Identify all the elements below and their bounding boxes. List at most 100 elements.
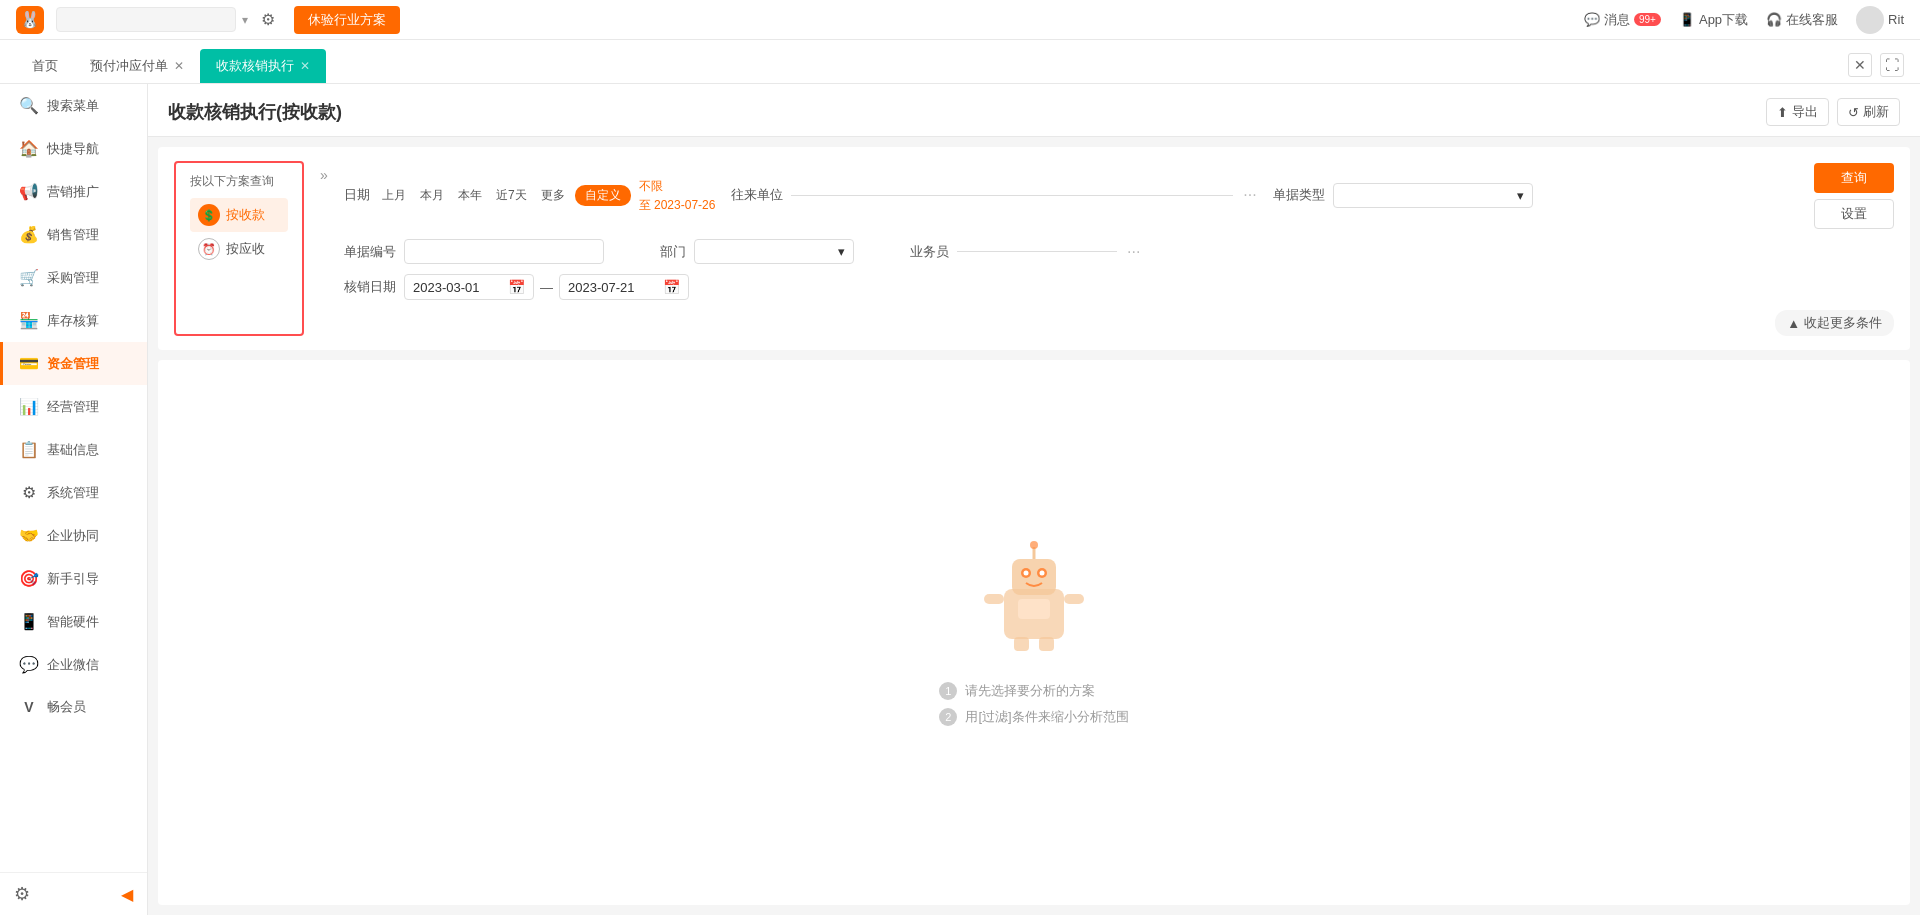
sidebar-item-operation[interactable]: 📊 经营管理 bbox=[0, 385, 147, 428]
filter-collapse-button[interactable]: » bbox=[314, 161, 334, 336]
verify-date-end-value: 2023-07-21 bbox=[568, 280, 635, 295]
verify-date-end-calendar-icon[interactable]: 📅 bbox=[663, 279, 680, 295]
basic-info-icon: 📋 bbox=[19, 440, 39, 459]
dept-select[interactable]: ▾ bbox=[694, 239, 854, 264]
tab-home-label: 首页 bbox=[32, 57, 58, 75]
verify-date-start-value: 2023-03-01 bbox=[413, 280, 480, 295]
search-input[interactable] bbox=[56, 7, 236, 32]
app-logo: 🐰 bbox=[16, 6, 44, 34]
sidebar-item-wechat[interactable]: 💬 企业微信 bbox=[0, 643, 147, 686]
filter-settings-button[interactable]: 设置 bbox=[1814, 199, 1894, 229]
date-7days[interactable]: 近7天 bbox=[492, 185, 531, 206]
top-bar: 🐰 ▾ ⚙ 休验行业方案 💬 消息 99+ 📱 App下载 🎧 在线客服 Rit bbox=[0, 0, 1920, 40]
tab-prepay-close[interactable]: ✕ bbox=[174, 59, 184, 73]
more-conditions-button[interactable]: ▲ 收起更多条件 bbox=[1775, 310, 1894, 336]
sidebar-collapse-icon[interactable]: ◀ bbox=[121, 885, 133, 904]
sidebar-item-basic-info[interactable]: 📋 基础信息 bbox=[0, 428, 147, 471]
filter-row-3: 核销日期 2023-03-01 📅 — 2023-07-21 📅 bbox=[344, 274, 1894, 300]
query-type-receivable-label: 按应收 bbox=[226, 240, 265, 258]
tab-home[interactable]: 首页 bbox=[16, 49, 74, 83]
tab-prepay-label: 预付冲应付单 bbox=[90, 57, 168, 75]
tab-collection[interactable]: 收款核销执行 ✕ bbox=[200, 49, 326, 83]
query-type-by-receivable[interactable]: ⏰ 按应收 bbox=[190, 232, 288, 266]
tab-prepay[interactable]: 预付冲应付单 ✕ bbox=[74, 49, 200, 83]
sidebar-settings-icon[interactable]: ⚙ bbox=[14, 883, 30, 905]
tab-collection-label: 收款核销执行 bbox=[216, 57, 294, 75]
sidebar: 🔍 搜索菜单 🏠 快捷导航 📢 营销推广 💰 销售管理 🛒 采购管理 🏪 库存核… bbox=[0, 84, 148, 915]
date-last-month[interactable]: 上月 bbox=[378, 185, 410, 206]
online-service-item[interactable]: 🎧 在线客服 bbox=[1766, 11, 1838, 29]
date-this-year[interactable]: 本年 bbox=[454, 185, 486, 206]
content-area: 收款核销执行(按收款) ⬆ 导出 ↺ 刷新 按以下方案查询 💲 按收款 bbox=[148, 84, 1920, 915]
app-download-icon: 📱 bbox=[1679, 12, 1695, 27]
top-bar-left: 🐰 ▾ ⚙ 休验行业方案 bbox=[16, 6, 400, 34]
query-button[interactable]: 查询 bbox=[1814, 163, 1894, 193]
doc-number-input[interactable] bbox=[404, 239, 604, 264]
tab-collection-close[interactable]: ✕ bbox=[300, 59, 310, 73]
page-actions: ⬆ 导出 ↺ 刷新 bbox=[1766, 98, 1900, 126]
empty-hint-1: 1 请先选择要分析的方案 bbox=[939, 682, 1128, 700]
quick-nav-icon: 🏠 bbox=[19, 139, 39, 158]
export-button[interactable]: ⬆ 导出 bbox=[1766, 98, 1829, 126]
user-info[interactable]: Rit bbox=[1856, 6, 1904, 34]
query-type-receipt-label: 按收款 bbox=[226, 206, 265, 224]
counterparty-more-icon[interactable]: ··· bbox=[1243, 186, 1256, 204]
verify-date-label: 核销日期 bbox=[344, 278, 396, 296]
collapse-icon: » bbox=[320, 167, 328, 183]
tab-bar: 首页 预付冲应付单 ✕ 收款核销执行 ✕ ✕ ⛶ bbox=[0, 40, 1920, 84]
sidebar-item-guide-label: 新手引导 bbox=[47, 570, 99, 588]
sidebar-item-guide[interactable]: 🎯 新手引导 bbox=[0, 557, 147, 600]
tab-close-all-button[interactable]: ✕ bbox=[1848, 53, 1872, 77]
svg-rect-1 bbox=[1012, 559, 1056, 595]
staff-more-icon[interactable]: ··· bbox=[1127, 243, 1140, 261]
sidebar-item-wechat-label: 企业微信 bbox=[47, 656, 99, 674]
verify-date-start-calendar-icon[interactable]: 📅 bbox=[508, 279, 525, 295]
refresh-button[interactable]: ↺ 刷新 bbox=[1837, 98, 1900, 126]
sidebar-item-purchase[interactable]: 🛒 采购管理 bbox=[0, 256, 147, 299]
verify-date-start-input[interactable]: 2023-03-01 📅 bbox=[404, 274, 534, 300]
purchase-icon: 🛒 bbox=[19, 268, 39, 287]
topbar-gear-icon[interactable]: ⚙ bbox=[254, 6, 282, 34]
app-download-item[interactable]: 📱 App下载 bbox=[1679, 11, 1748, 29]
staff-input[interactable] bbox=[957, 251, 1117, 252]
sidebar-item-marketing[interactable]: 📢 营销推广 bbox=[0, 170, 147, 213]
verify-date-end-input[interactable]: 2023-07-21 📅 bbox=[559, 274, 689, 300]
query-type-title: 按以下方案查询 bbox=[190, 173, 288, 190]
message-item[interactable]: 💬 消息 99+ bbox=[1584, 11, 1661, 29]
tab-expand-button[interactable]: ⛶ bbox=[1880, 53, 1904, 77]
headset-icon: 🎧 bbox=[1766, 12, 1782, 27]
tab-bar-actions: ✕ ⛶ bbox=[1848, 53, 1904, 77]
more-conditions-label: 收起更多条件 bbox=[1804, 314, 1882, 332]
date-label: 日期 bbox=[344, 186, 370, 204]
filter-row-2: 单据编号 部门 ▾ 业务员 ··· bbox=[344, 239, 1894, 264]
sidebar-item-smart-hw[interactable]: 📱 智能硬件 bbox=[0, 600, 147, 643]
counterparty-label: 往来单位 bbox=[731, 186, 783, 204]
empty-icon-wrapper bbox=[974, 539, 1094, 662]
sidebar-item-marketing-label: 营销推广 bbox=[47, 183, 99, 201]
sidebar-item-vip[interactable]: V 畅会员 bbox=[0, 686, 147, 728]
sidebar-item-search-menu-label: 搜索菜单 bbox=[47, 97, 99, 115]
query-type-by-receipt[interactable]: 💲 按收款 bbox=[190, 198, 288, 232]
sidebar-item-enterprise[interactable]: 🤝 企业协同 bbox=[0, 514, 147, 557]
sidebar-item-search-menu[interactable]: 🔍 搜索菜单 bbox=[0, 84, 147, 127]
doc-type-select[interactable]: ▾ bbox=[1333, 183, 1533, 208]
date-filter-item: 日期 上月 本月 本年 近7天 更多 自定义 不限 至 2023-07-26 bbox=[344, 176, 715, 214]
date-this-month[interactable]: 本月 bbox=[416, 185, 448, 206]
dropdown-arrow-icon[interactable]: ▾ bbox=[242, 13, 248, 27]
sidebar-item-sales[interactable]: 💰 销售管理 bbox=[0, 213, 147, 256]
user-name: Rit bbox=[1888, 12, 1904, 27]
sidebar-item-quick-nav[interactable]: 🏠 快捷导航 bbox=[0, 127, 147, 170]
more-conditions-icon: ▲ bbox=[1787, 316, 1800, 331]
sidebar-item-inventory[interactable]: 🏪 库存核算 bbox=[0, 299, 147, 342]
message-label: 消息 bbox=[1604, 11, 1630, 29]
sidebar-item-quick-nav-label: 快捷导航 bbox=[47, 140, 99, 158]
counterparty-input[interactable] bbox=[791, 195, 1233, 196]
hint-num-1: 1 bbox=[939, 682, 957, 700]
doc-number-label: 单据编号 bbox=[344, 243, 396, 261]
industry-button[interactable]: 休验行业方案 bbox=[294, 6, 400, 34]
date-no-limit: 不限 bbox=[639, 178, 716, 195]
sidebar-item-finance[interactable]: 💳 资金管理 bbox=[0, 342, 147, 385]
sidebar-item-system[interactable]: ⚙ 系统管理 bbox=[0, 471, 147, 514]
date-more[interactable]: 更多 bbox=[537, 185, 569, 206]
date-custom-active[interactable]: 自定义 bbox=[575, 185, 631, 206]
